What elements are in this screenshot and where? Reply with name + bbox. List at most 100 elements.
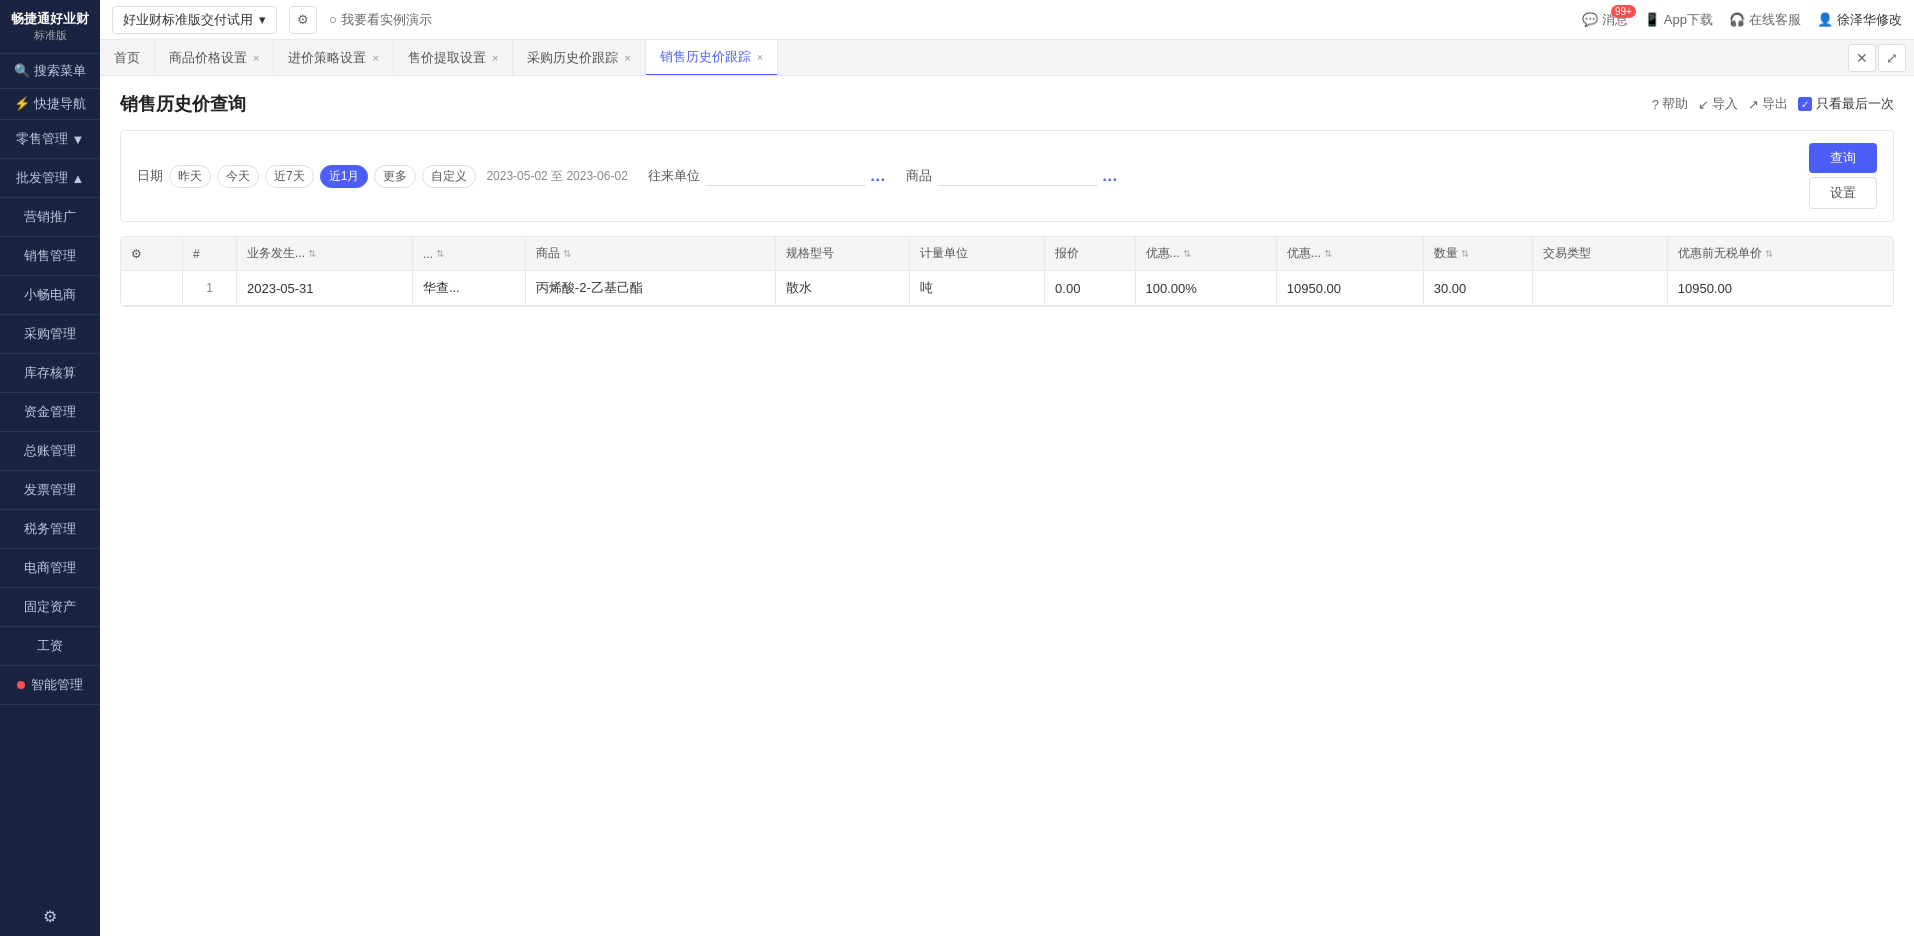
tab-sales-history[interactable]: 销售历史价跟踪 × [646, 40, 778, 76]
th-quantity[interactable]: 数量 ⇅ [1423, 237, 1532, 271]
data-table-wrap: ⚙ # 业务发生... ⇅ ... ⇅ [120, 236, 1894, 307]
sidebar-item-sales[interactable]: 销售管理 [0, 237, 100, 276]
tab-purchase-strategy-label: 进价策略设置 [288, 49, 366, 67]
sidebar-item-finance[interactable]: 资金管理 [0, 393, 100, 432]
export-link[interactable]: ↗ 导出 [1748, 95, 1788, 113]
th-discount1[interactable]: 优惠... ⇅ [1135, 237, 1276, 271]
sidebar-item-quicknav[interactable]: ⚡ 快捷导航 [0, 89, 100, 120]
sort-icon-pretax-price: ⇅ [1765, 248, 1773, 259]
date-btn-today[interactable]: 今天 [217, 165, 259, 188]
sidebar-item-payroll[interactable]: 工资 [0, 627, 100, 666]
th-extra[interactable]: ... ⇅ [412, 237, 525, 271]
th-discount2[interactable]: 优惠... ⇅ [1276, 237, 1423, 271]
settings-button[interactable]: 设置 [1809, 177, 1877, 209]
user-menu-button[interactable]: 👤 徐泽华修改 [1817, 11, 1902, 29]
topbar-settings-button[interactable]: ⚙ [289, 6, 317, 34]
gear-icon: ⚙ [297, 12, 309, 27]
th-seq: # [183, 237, 237, 271]
help-icon: ? [1652, 97, 1659, 112]
online-service-button[interactable]: 🎧 在线客服 [1729, 11, 1801, 29]
export-icon: ↗ [1748, 97, 1759, 112]
customer-filter-item: 往来单位 … [648, 166, 886, 186]
tab-sale-price-close[interactable]: × [492, 52, 498, 64]
date-filter-label: 日期 [137, 167, 163, 185]
dropdown-icon: ▾ [259, 12, 266, 27]
module-selector[interactable]: 好业财标准版交付试用 ▾ [112, 6, 277, 34]
tab-sales-history-label: 销售历史价跟踪 [660, 48, 751, 66]
tab-purchase-history[interactable]: 采购历史价跟踪 × [513, 40, 645, 76]
date-btn-7days[interactable]: 近7天 [265, 165, 314, 188]
sidebar-item-retail[interactable]: 零售管理 ▼ [0, 120, 100, 159]
date-btn-1month[interactable]: 近1月 [320, 165, 369, 188]
th-unit: 计量单位 [910, 237, 1045, 271]
sidebar-settings-button[interactable]: ⚙ [0, 897, 100, 936]
query-button[interactable]: 查询 [1809, 143, 1877, 173]
th-gear[interactable]: ⚙ [121, 237, 183, 271]
page-actions: ? 帮助 ↙ 导入 ↗ 导出 ✓ 只看最后一次 [1652, 95, 1894, 113]
topbar: 好业财标准版交付试用 ▾ ⚙ ○ 我要看实例演示 💬 消息 99+ 📱 App下… [100, 0, 1914, 40]
th-biz-date[interactable]: 业务发生... ⇅ [237, 237, 413, 271]
tab-home[interactable]: 首页 [100, 40, 155, 76]
date-btn-custom[interactable]: 自定义 [422, 165, 476, 188]
cell-price: 0.00 [1045, 271, 1135, 306]
cell-spec: 散水 [775, 271, 910, 306]
sidebar-item-ecommerce[interactable]: 电商管理 [0, 549, 100, 588]
tab-purchase-strategy-close[interactable]: × [372, 52, 378, 64]
sidebar-item-ledger[interactable]: 总账管理 [0, 432, 100, 471]
cell-extra: 华查... [412, 271, 525, 306]
cell-discount2: 10950.00 [1276, 271, 1423, 306]
only-last-checkbox-label[interactable]: ✓ 只看最后一次 [1798, 95, 1894, 113]
sidebar-item-ai[interactable]: 智能管理 [0, 666, 100, 705]
demo-link[interactable]: ○ 我要看实例演示 [329, 11, 432, 29]
th-product[interactable]: 商品 ⇅ [525, 237, 775, 271]
date-btn-yesterday[interactable]: 昨天 [169, 165, 211, 188]
sidebar-item-ecommerce-small[interactable]: 小畅电商 [0, 276, 100, 315]
sidebar-item-marketing[interactable]: 营销推广 [0, 198, 100, 237]
close-tab-button[interactable]: ✕ [1848, 44, 1876, 72]
tab-purchase-history-close[interactable]: × [624, 52, 630, 64]
sidebar-item-invoice[interactable]: 发票管理 [0, 471, 100, 510]
sidebar-item-assets[interactable]: 固定资产 [0, 588, 100, 627]
only-last-checkbox[interactable]: ✓ [1798, 97, 1812, 111]
customer-dots-button[interactable]: … [870, 167, 886, 185]
product-input-wrap: … [938, 166, 1118, 186]
table-body: 1 2023-05-31 华查... 丙烯酸-2-乙基己酯 散水 吨 0.00 … [121, 271, 1893, 306]
app-name: 畅捷通好业财 [11, 10, 89, 28]
page-content: 销售历史价查询 ? 帮助 ↙ 导入 ↗ 导出 ✓ 只 [100, 76, 1914, 936]
sidebar-item-tax[interactable]: 税务管理 [0, 510, 100, 549]
cell-quantity: 30.00 [1423, 271, 1532, 306]
tab-product-price-close[interactable]: × [253, 52, 259, 64]
th-price: 报价 [1045, 237, 1135, 271]
help-link[interactable]: ? 帮助 [1652, 95, 1688, 113]
sort-icon-product: ⇅ [563, 248, 571, 259]
sidebar-item-wholesale[interactable]: 批发管理 ▲ [0, 159, 100, 198]
table-settings-icon: ⚙ [131, 247, 142, 261]
chevron-down-icon: ▼ [72, 132, 85, 147]
app-edition: 标准版 [34, 28, 67, 43]
data-table: ⚙ # 业务发生... ⇅ ... ⇅ [121, 237, 1893, 306]
th-pretax-price-label: 优惠前无税单价 [1678, 245, 1762, 262]
sidebar-item-search[interactable]: 🔍 搜索菜单 [0, 54, 100, 89]
tab-sale-price[interactable]: 售价提取设置 × [394, 40, 513, 76]
customer-input-wrap: … [706, 166, 886, 186]
notifications-button[interactable]: 💬 消息 99+ [1582, 11, 1628, 29]
tab-sales-history-close[interactable]: × [757, 51, 763, 63]
expand-tab-button[interactable]: ⤢ [1878, 44, 1906, 72]
product-input[interactable] [938, 166, 1098, 186]
tab-product-price[interactable]: 商品价格设置 × [155, 40, 274, 76]
tab-purchase-strategy[interactable]: 进价策略设置 × [274, 40, 393, 76]
app-download-button[interactable]: 📱 App下载 [1644, 11, 1713, 29]
module-selector-label: 好业财标准版交付试用 [123, 11, 253, 29]
cell-trade-type [1533, 271, 1668, 306]
checkbox-check-icon: ✓ [1801, 99, 1809, 110]
customer-input[interactable] [706, 166, 866, 186]
sidebar-item-purchase[interactable]: 采购管理 [0, 315, 100, 354]
user-avatar-icon: 👤 [1817, 12, 1833, 27]
product-dots-button[interactable]: … [1102, 167, 1118, 185]
th-pretax-price[interactable]: 优惠前无税单价 ⇅ [1667, 237, 1893, 271]
cell-seq: 1 [183, 271, 237, 306]
date-btn-more[interactable]: 更多 [374, 165, 416, 188]
sidebar-item-inventory[interactable]: 库存核算 [0, 354, 100, 393]
import-link[interactable]: ↙ 导入 [1698, 95, 1738, 113]
th-spec: 规格型号 [775, 237, 910, 271]
